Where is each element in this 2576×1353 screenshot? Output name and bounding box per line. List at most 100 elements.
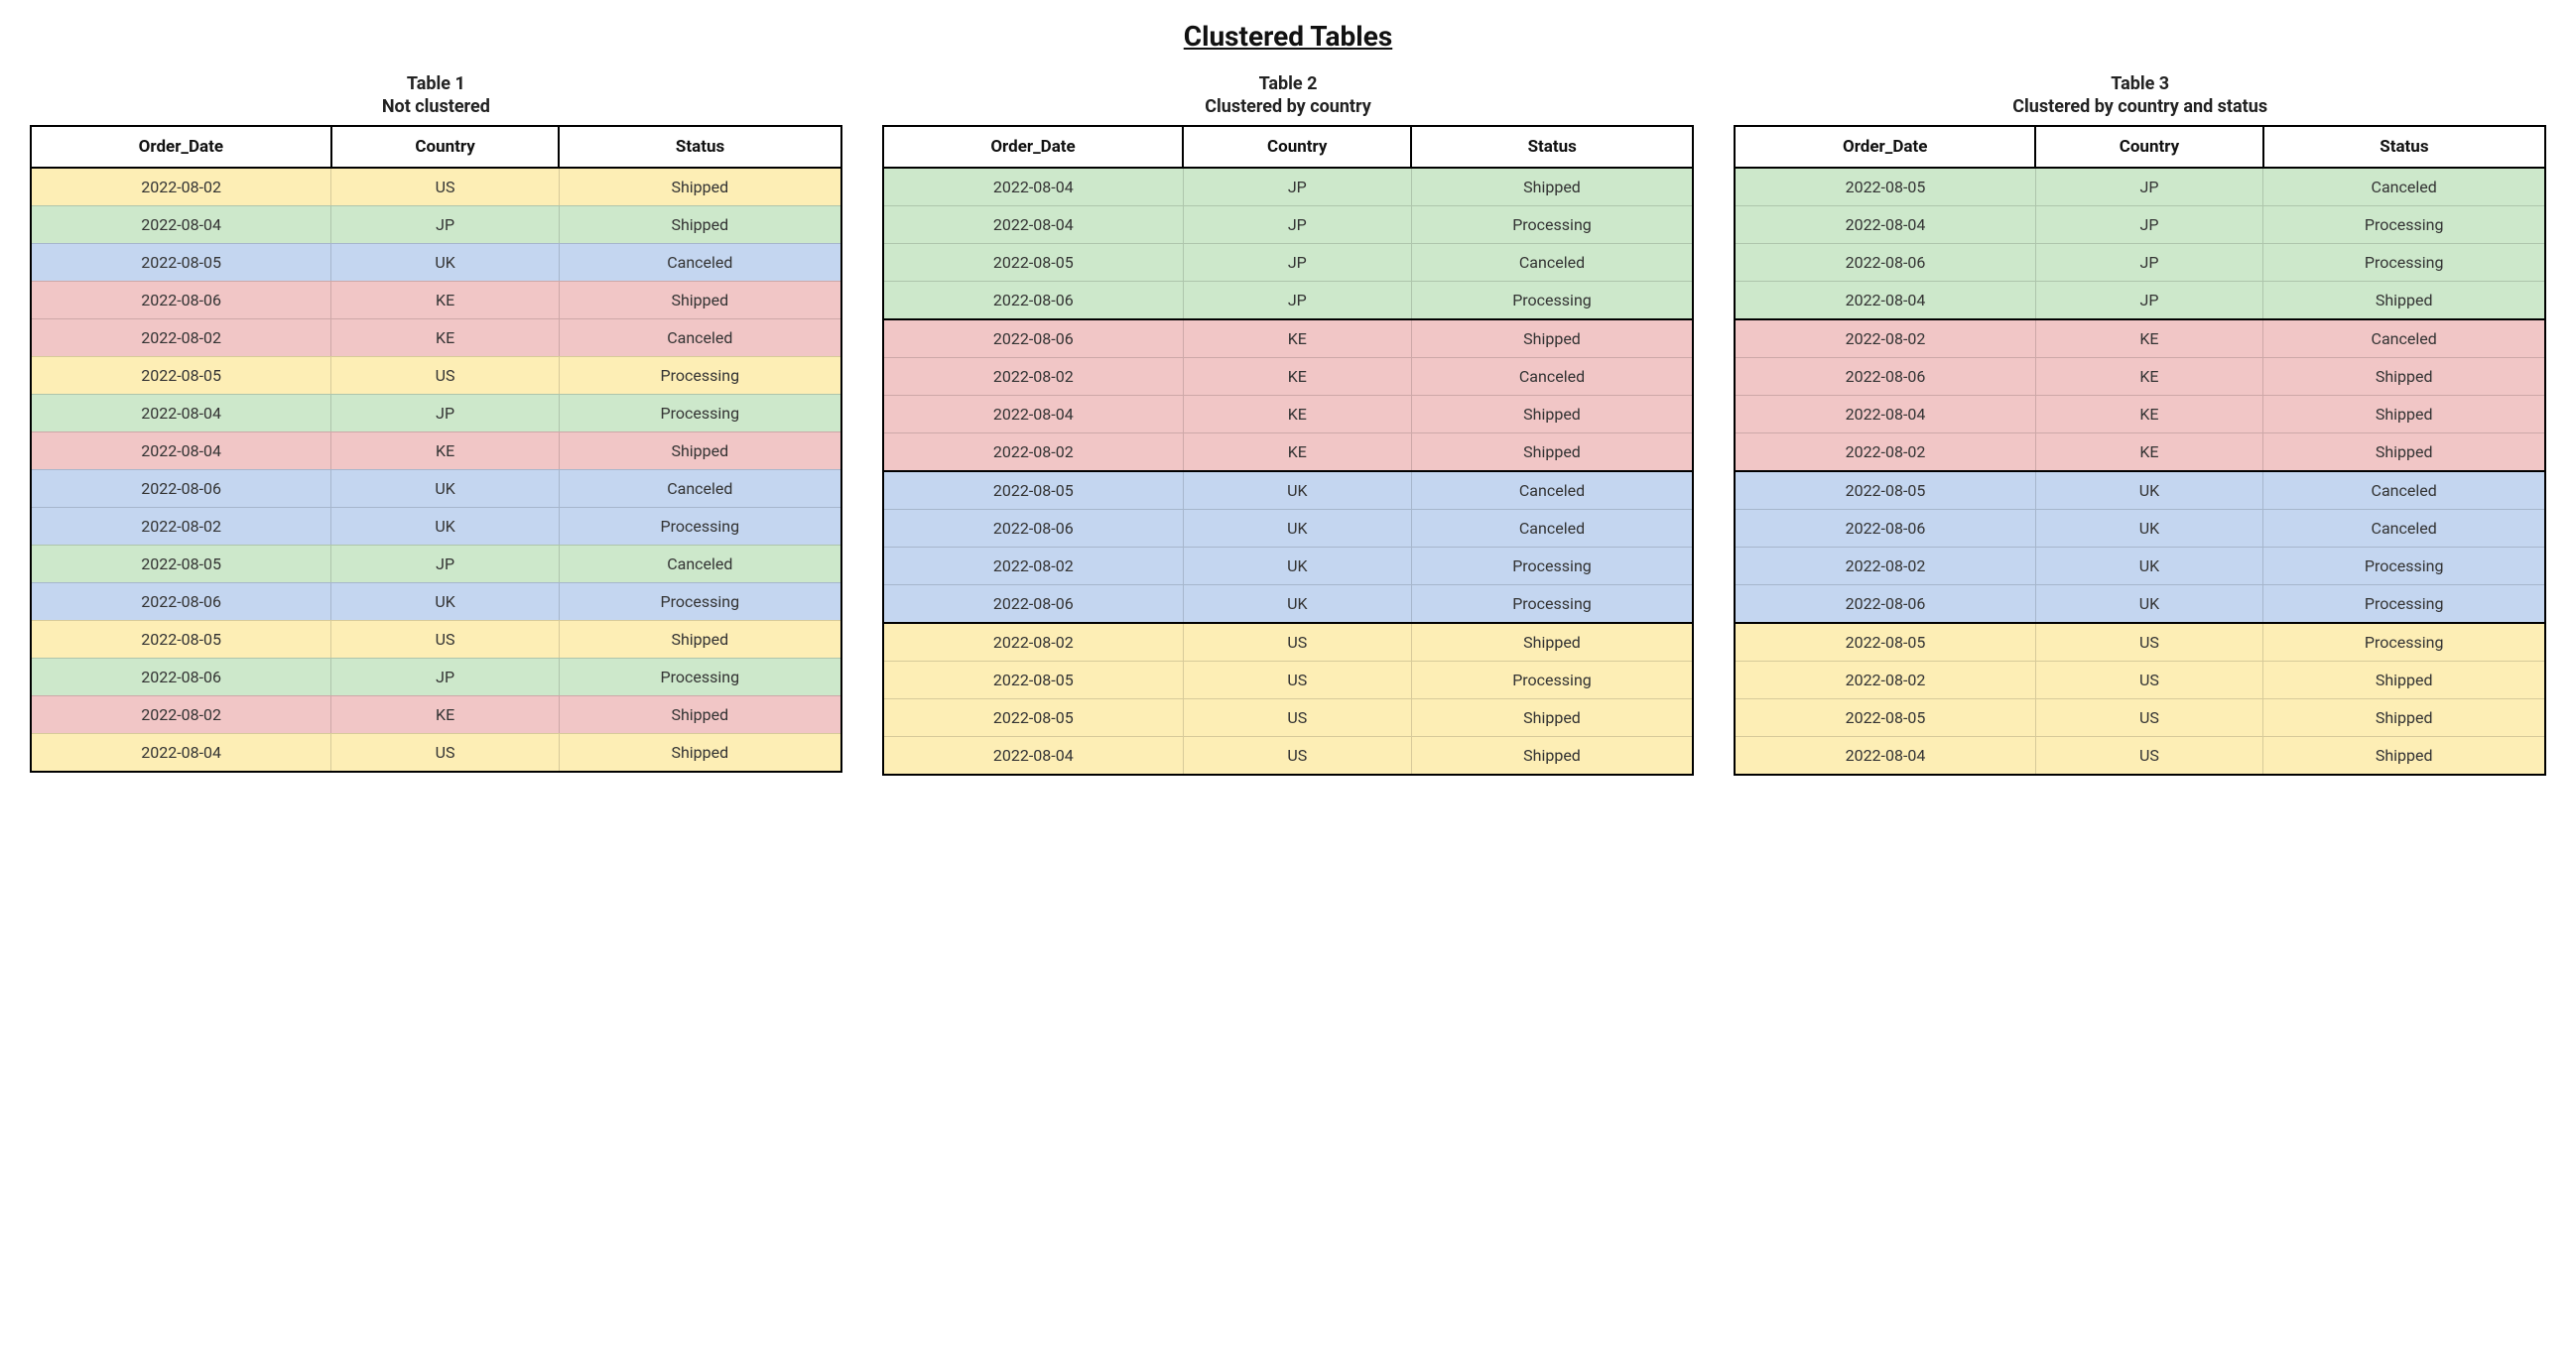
cell-order_date: 2022-08-06 (31, 469, 331, 507)
cell-status: Processing (1411, 547, 1693, 584)
cell-order_date: 2022-08-02 (883, 547, 1184, 584)
cell-country: KE (2035, 319, 2263, 358)
cell-status: Processing (559, 394, 840, 431)
cell-order_date: 2022-08-05 (1735, 698, 2035, 736)
cell-order_date: 2022-08-06 (883, 509, 1184, 547)
column-header: Country (2035, 126, 2263, 168)
cell-country: US (1183, 661, 1411, 698)
cell-country: US (2035, 661, 2263, 698)
cell-order_date: 2022-08-04 (1735, 395, 2035, 432)
cell-status: Canceled (559, 545, 840, 582)
cell-status: Canceled (1411, 243, 1693, 281)
cell-order_date: 2022-08-04 (883, 736, 1184, 775)
cell-country: KE (1183, 357, 1411, 395)
cell-order_date: 2022-08-06 (1735, 509, 2035, 547)
cell-status: Shipped (1411, 319, 1693, 358)
cell-country: UK (2035, 509, 2263, 547)
table-row: 2022-08-02USShipped (31, 168, 841, 206)
table-row: 2022-08-02KECanceled (883, 357, 1694, 395)
cell-country: KE (1183, 319, 1411, 358)
table-row: 2022-08-05UKCanceled (31, 243, 841, 281)
table-row: 2022-08-06UKCanceled (883, 509, 1694, 547)
table-row: 2022-08-05UKCanceled (1735, 471, 2545, 510)
cell-order_date: 2022-08-05 (31, 356, 331, 394)
cell-country: KE (2035, 395, 2263, 432)
cell-country: JP (2035, 281, 2263, 319)
table-block-1: Table 1 Not clusteredOrder_DateCountrySt… (30, 72, 842, 773)
cell-order_date: 2022-08-05 (1735, 471, 2035, 510)
table-row: 2022-08-05USProcessing (883, 661, 1694, 698)
cell-status: Canceled (2263, 471, 2545, 510)
cell-country: JP (2035, 168, 2263, 206)
cell-order_date: 2022-08-02 (883, 623, 1184, 662)
cell-country: US (331, 620, 560, 658)
cell-order_date: 2022-08-02 (1735, 661, 2035, 698)
column-header: Country (1183, 126, 1411, 168)
cell-status: Canceled (2263, 509, 2545, 547)
cell-country: KE (331, 281, 560, 318)
cell-order_date: 2022-08-04 (31, 733, 331, 772)
cell-order_date: 2022-08-06 (1735, 357, 2035, 395)
cell-status: Processing (559, 582, 840, 620)
table-row: 2022-08-06KEShipped (1735, 357, 2545, 395)
cell-country: JP (2035, 243, 2263, 281)
cell-country: UK (331, 507, 560, 545)
table-row: 2022-08-05USProcessing (31, 356, 841, 394)
cell-order_date: 2022-08-06 (883, 584, 1184, 623)
cell-status: Shipped (2263, 432, 2545, 471)
cell-order_date: 2022-08-04 (31, 431, 331, 469)
cell-status: Processing (2263, 623, 2545, 662)
cell-order_date: 2022-08-04 (31, 205, 331, 243)
cell-status: Processing (559, 356, 840, 394)
cell-status: Shipped (559, 620, 840, 658)
cell-status: Shipped (1411, 623, 1693, 662)
cell-country: US (2035, 623, 2263, 662)
cell-country: US (331, 733, 560, 772)
cell-order_date: 2022-08-06 (883, 319, 1184, 358)
table-row: 2022-08-06KEShipped (883, 319, 1694, 358)
table-row: 2022-08-02USShipped (1735, 661, 2545, 698)
cell-country: UK (1183, 547, 1411, 584)
table-row: 2022-08-04KEShipped (31, 431, 841, 469)
table-row: 2022-08-04JPProcessing (883, 205, 1694, 243)
table-row: 2022-08-02UKProcessing (31, 507, 841, 545)
cell-status: Shipped (559, 168, 840, 206)
cell-country: JP (331, 394, 560, 431)
table-row: 2022-08-05USShipped (31, 620, 841, 658)
cell-status: Shipped (1411, 395, 1693, 432)
cell-order_date: 2022-08-06 (883, 281, 1184, 319)
table-row: 2022-08-06UKProcessing (31, 582, 841, 620)
cell-order_date: 2022-08-04 (883, 205, 1184, 243)
cell-country: UK (2035, 584, 2263, 623)
cell-status: Processing (1411, 205, 1693, 243)
table-row: 2022-08-02UKProcessing (883, 547, 1694, 584)
cell-order_date: 2022-08-05 (31, 545, 331, 582)
cell-order_date: 2022-08-06 (1735, 584, 2035, 623)
cell-order_date: 2022-08-04 (31, 394, 331, 431)
cell-country: UK (2035, 471, 2263, 510)
cell-status: Canceled (2263, 168, 2545, 206)
page-title: Clustered Tables (30, 20, 2546, 53)
cell-country: UK (1183, 584, 1411, 623)
cell-country: JP (2035, 205, 2263, 243)
cell-order_date: 2022-08-05 (1735, 623, 2035, 662)
cell-status: Shipped (559, 733, 840, 772)
cell-order_date: 2022-08-02 (31, 695, 331, 733)
table-row: 2022-08-06UKProcessing (883, 584, 1694, 623)
cell-status: Processing (1411, 281, 1693, 319)
cell-status: Shipped (2263, 281, 2545, 319)
cell-order_date: 2022-08-06 (31, 281, 331, 318)
table-row: 2022-08-04USShipped (1735, 736, 2545, 775)
cell-order_date: 2022-08-02 (883, 432, 1184, 471)
cell-order_date: 2022-08-06 (1735, 243, 2035, 281)
table-row: 2022-08-04USShipped (883, 736, 1694, 775)
cell-order_date: 2022-08-02 (883, 357, 1184, 395)
cell-country: KE (1183, 432, 1411, 471)
table-row: 2022-08-06KEShipped (31, 281, 841, 318)
cell-country: KE (2035, 357, 2263, 395)
cell-status: Processing (2263, 243, 2545, 281)
cell-order_date: 2022-08-05 (31, 243, 331, 281)
cell-order_date: 2022-08-04 (1735, 205, 2035, 243)
data-table: Order_DateCountryStatus2022-08-05JPCance… (1734, 125, 2546, 776)
column-header: Status (559, 126, 840, 168)
